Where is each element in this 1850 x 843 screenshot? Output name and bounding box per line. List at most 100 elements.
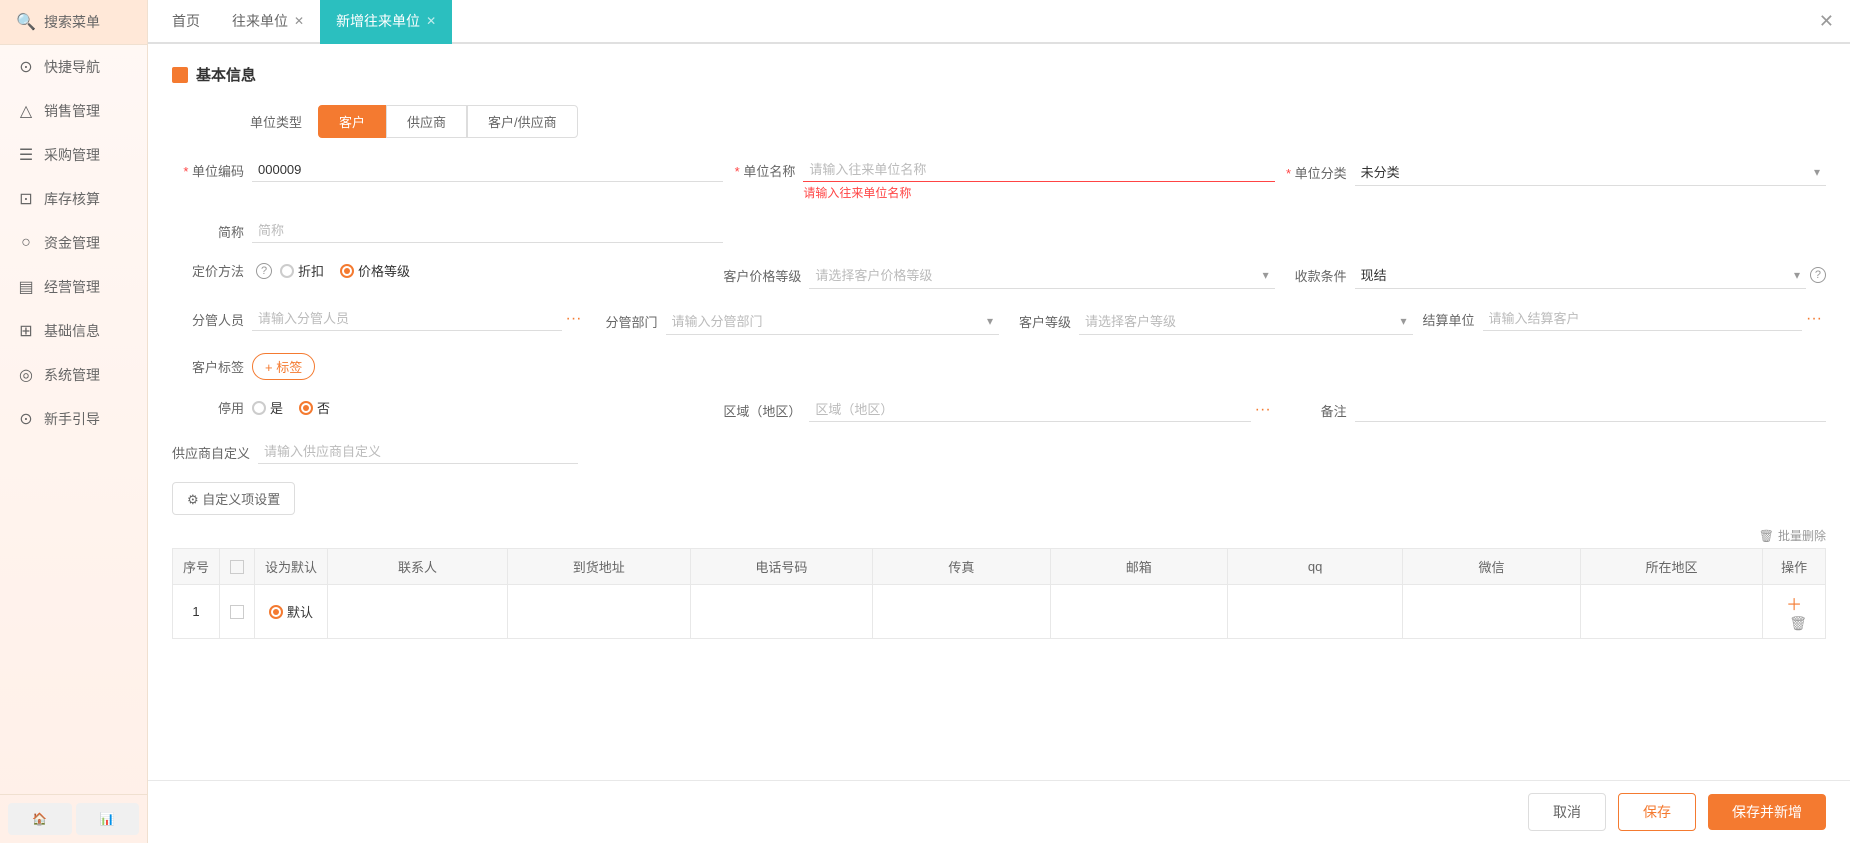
disable-field: 停用 是 否 [172,398,723,417]
system-icon: ◎ [16,365,36,385]
add-tag-button[interactable]: + 标签 [252,353,315,380]
region-input[interactable] [809,398,1250,422]
tab-close-new-contact[interactable]: ✕ [426,14,436,28]
table-cell-checkbox[interactable] [220,585,255,639]
table-cell-phone[interactable] [690,585,873,639]
tab-bar: 首页往来单位✕新增往来单位✕ ✕ [148,0,1850,44]
unit-category-select[interactable]: 未分类 ▾ [1355,158,1826,186]
manager-label: 分管人员 [172,310,252,329]
region-more-button[interactable]: ··· [1251,401,1275,419]
form-content: 基本信息 单位类型 客户供应商客户/供应商 单位编码 单位名称 请输入往来单位名… [148,44,1850,780]
sidebar-item-basic[interactable]: ⊞ 基础信息 [0,309,147,353]
contact-input[interactable] [338,600,497,623]
default-radio-item[interactable]: 默认 [269,602,313,621]
short-name-input[interactable] [252,219,723,243]
unit-category-label: 单位分类 [1275,163,1355,182]
payment-help-icon[interactable]: ? [1810,267,1826,283]
cancel-button[interactable]: 取消 [1528,793,1606,831]
del-row-button[interactable]: 🗑 [1789,615,1807,631]
unit-type-supplier-button[interactable]: 供应商 [386,105,467,138]
sidebar-item-quick-nav[interactable]: ⊙ 快捷导航 [0,45,147,89]
basic-icon: ⊞ [16,321,36,341]
disable-no-radio [299,401,313,415]
disable-no-label: 否 [317,398,330,417]
save-new-button[interactable]: 保存并新增 [1708,794,1826,830]
save-button[interactable]: 保存 [1618,793,1696,831]
remark-field: 备注 [1275,398,1826,422]
tab-new-contact[interactable]: 新增往来单位✕ [320,0,452,44]
pricing-level-option[interactable]: 价格等级 [340,261,410,280]
region-field: 区域（地区） ··· [723,398,1274,422]
customer-price-select[interactable]: 请选择客户价格等级 ▾ [809,261,1274,289]
table-cell-fax[interactable] [873,585,1050,639]
unit-category-chevron: ▾ [1814,165,1820,179]
table-cell-default: 默认 [255,585,328,639]
customer-level-select[interactable]: 请选择客户等级 ▾ [1079,307,1413,335]
table-cell-address[interactable] [508,585,691,639]
purchase-icon: ☰ [16,145,36,165]
sidebar-item-sales[interactable]: △ 销售管理 [0,89,147,133]
remark-input[interactable] [1355,398,1826,422]
customer-price-placeholder: 请选择客户价格等级 [815,265,1262,284]
table-header-cell: 联系人 [328,549,508,585]
sidebar-item-guide[interactable]: ⊙ 新手引导 [0,397,147,441]
address-input[interactable] [518,600,680,623]
fax-input[interactable] [883,600,1039,623]
sidebar-item-label-quick-nav: 快捷导航 [44,57,100,77]
settlement-input[interactable] [1483,307,1803,331]
tab-home[interactable]: 首页 [156,0,216,44]
sidebar-item-purchase[interactable]: ☰ 采购管理 [0,133,147,177]
sidebar-item-system[interactable]: ◎ 系统管理 [0,353,147,397]
table-header-cell: 到货地址 [508,549,691,585]
main-area: 首页往来单位✕新增往来单位✕ ✕ 基本信息 单位类型 客户供应商客户/供应商 单… [148,0,1850,843]
table-cell-region[interactable] [1580,585,1763,639]
disable-yes-option[interactable]: 是 [252,398,283,417]
window-close-button[interactable]: ✕ [1811,11,1842,32]
sidebar-item-operations[interactable]: ▤ 经营管理 [0,265,147,309]
unit-code-input[interactable] [252,158,723,182]
email-input[interactable] [1061,600,1217,623]
payment-chevron: ▾ [1794,268,1800,282]
customer-level-chevron: ▾ [1400,314,1406,328]
custom-settings-button[interactable]: ⚙ 自定义项设置 [172,482,295,515]
batch-delete-button[interactable]: 🗑 批量删除 [1759,527,1826,544]
table-cell-email[interactable] [1050,585,1227,639]
table-cell-wechat[interactable] [1403,585,1580,639]
tab-contacts[interactable]: 往来单位✕ [216,0,320,44]
customer-price-chevron: ▾ [1263,268,1269,282]
supplier-custom-input[interactable] [258,440,578,464]
sidebar-item-label-purchase: 采购管理 [44,145,100,165]
unit-type-both-button[interactable]: 客户/供应商 [467,105,578,138]
table-header-cell: 邮箱 [1050,549,1227,585]
sidebar-more-button[interactable]: 📊 [76,803,140,835]
department-select[interactable]: 请输入分管部门 ▾ [666,307,1000,335]
sidebar-item-inventory[interactable]: ⊡ 库存核算 [0,177,147,221]
table-cell-qq[interactable] [1228,585,1403,639]
payment-select[interactable]: 现结 ▾ [1355,261,1806,289]
manager-more-button[interactable]: ··· [562,310,586,328]
tab-close-contacts[interactable]: ✕ [294,14,304,28]
settlement-more-button[interactable]: ··· [1802,310,1826,328]
qq-input[interactable] [1238,600,1392,623]
customer-price-field: 客户价格等级 请选择客户价格等级 ▾ [723,261,1274,289]
department-label: 分管部门 [586,312,666,331]
add-row-button[interactable]: ＋ [1786,597,1802,614]
default-radio-circle [269,605,283,619]
phone-input[interactable] [701,600,863,623]
unit-name-input[interactable] [803,158,1274,182]
disable-no-option[interactable]: 否 [299,398,330,417]
form-row-1: 单位编码 单位名称 请输入往来单位名称 单位分类 未分类 ▾ [172,158,1826,201]
row-region-input[interactable] [1591,600,1753,623]
sidebar-home-button[interactable]: 🏠 [8,803,72,835]
unit-type-customer-button[interactable]: 客户 [318,105,386,138]
sidebar-search[interactable]: 🔍 搜索菜单 [0,0,147,45]
sidebar: 🔍 搜索菜单 ⊙ 快捷导航 △ 销售管理 ☰ 采购管理 ⊡ 库存核算 ○ 资金管… [0,0,148,843]
form-row-5: 客户标签 + 标签 [172,353,1826,380]
sidebar-item-finance[interactable]: ○ 资金管理 [0,221,147,265]
wechat-input[interactable] [1413,600,1569,623]
sidebar-item-label-guide: 新手引导 [44,409,100,429]
manager-input[interactable] [252,307,562,331]
pricing-help-icon[interactable]: ? [256,263,272,279]
pricing-discount-option[interactable]: 折扣 [280,261,324,280]
table-cell-contact[interactable] [328,585,508,639]
